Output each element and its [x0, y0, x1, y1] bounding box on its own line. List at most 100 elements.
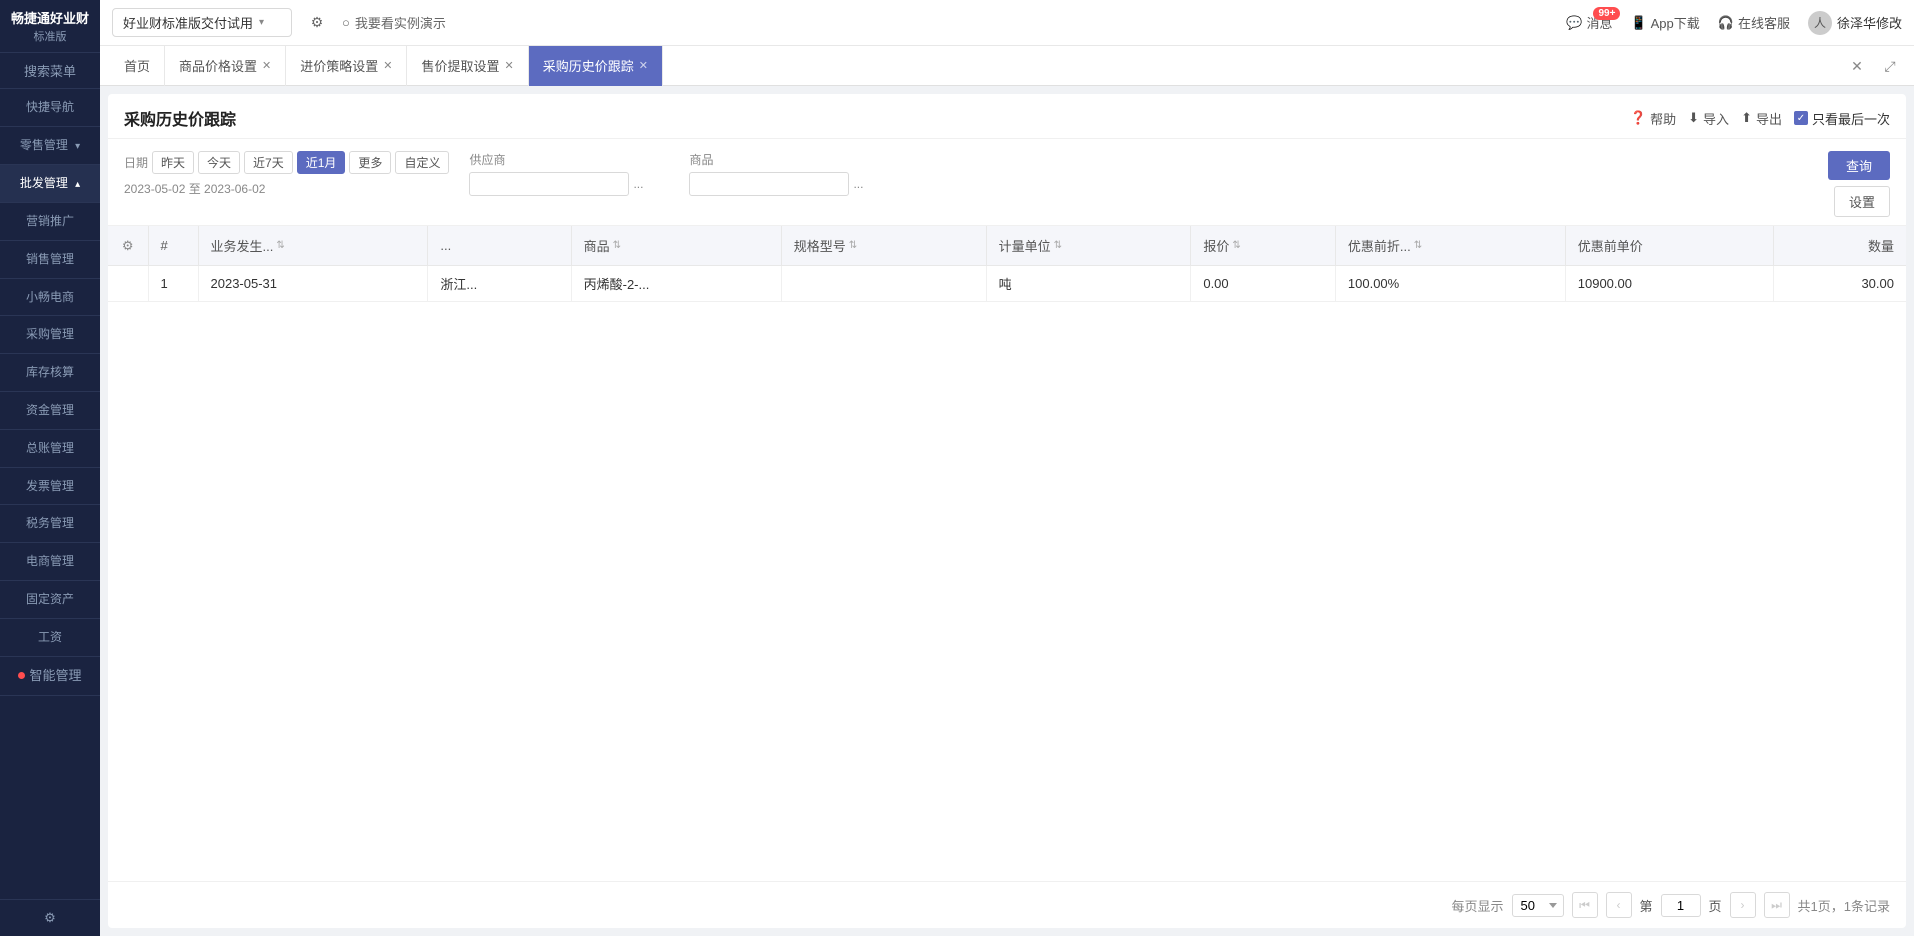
close-window-btn[interactable]: ✕	[1843, 52, 1871, 80]
message-icon-item[interactable]: 💬 消息 99+	[1566, 13, 1612, 32]
demo-button[interactable]: ○ 我要看实例演示	[342, 13, 446, 32]
top-header: 好业财标准版交付试用 ▾ ⚙ ○ 我要看实例演示 💬 消息 99+ 📱 App下…	[100, 0, 1914, 46]
version-settings-icon[interactable]: ⚙	[302, 8, 332, 38]
help-action[interactable]: ❓ 帮助	[1630, 109, 1676, 128]
col-quote[interactable]: 报价 ⇅	[1191, 226, 1336, 266]
sidebar-item-sales[interactable]: 销售管理	[0, 241, 100, 279]
tab-cost-strategy[interactable]: 进价策略设置 ✕	[286, 46, 407, 86]
online-service-item[interactable]: 🎧 在线客服	[1718, 13, 1790, 32]
close-tab-product-price[interactable]: ✕	[262, 59, 271, 72]
sidebar: 畅捷通好业财 标准版 搜索菜单 快捷导航 零售管理 ▾ 批发管理 ▴ 营销推广 …	[0, 0, 100, 936]
col-unit[interactable]: 计量单位 ⇅	[986, 226, 1191, 266]
row-product: 丙烯酸-2-...	[571, 266, 781, 302]
date-btn-more[interactable]: 更多	[349, 151, 391, 174]
product-more-btn[interactable]: ...	[853, 177, 863, 191]
user-name: 徐泽华修改	[1837, 13, 1902, 32]
sidebar-item-marketing[interactable]: 营销推广	[0, 203, 100, 241]
col-settings-icon[interactable]: ⚙	[122, 238, 134, 253]
tab-product-price[interactable]: 商品价格设置 ✕	[165, 46, 286, 86]
import-icon: ⬇	[1688, 110, 1699, 126]
col-quote-sort-icon: ⇅	[1232, 240, 1240, 251]
sidebar-item-ai[interactable]: 智能管理	[0, 657, 100, 696]
tab-price-extract[interactable]: 售价提取设置 ✕	[407, 46, 528, 86]
sidebar-item-wholesale[interactable]: 批发管理 ▴	[0, 165, 100, 203]
row-discount: 100.00%	[1335, 266, 1565, 302]
per-page-select[interactable]: 20 50 100 200	[1512, 894, 1564, 917]
page-unit: 页	[1709, 896, 1722, 915]
user-info[interactable]: 人 徐泽华修改	[1808, 11, 1902, 35]
app-name: 畅捷通好业财	[11, 10, 89, 28]
message-badge: 99+	[1593, 7, 1620, 20]
first-page-btn[interactable]: ⏮	[1572, 892, 1598, 918]
product-input[interactable]	[689, 172, 849, 196]
maximize-window-btn[interactable]: ⤢	[1876, 52, 1904, 80]
col-quantity: 数量	[1774, 226, 1906, 266]
only-last-checkbox[interactable]: ✓	[1794, 111, 1808, 125]
sidebar-item-invoice[interactable]: 发票管理	[0, 468, 100, 506]
data-table: ⚙ # 业务发生... ⇅ ... 商品	[108, 226, 1906, 302]
sidebar-item-ecommerce[interactable]: 电商管理	[0, 543, 100, 581]
date-btn-7days[interactable]: 近7天	[244, 151, 293, 174]
tabs-bar: 首页 商品价格设置 ✕ 进价策略设置 ✕ 售价提取设置 ✕ 采购历史价跟踪 ✕ …	[100, 46, 1914, 86]
last-page-btn[interactable]: ⏭	[1764, 892, 1790, 918]
page-header: 采购历史价跟踪 ❓ 帮助 ⬇ 导入 ⬆ 导出 ✓ 只看最后一次	[108, 94, 1906, 139]
close-tab-price-extract[interactable]: ✕	[505, 59, 514, 72]
sidebar-item-search[interactable]: 搜索菜单	[0, 53, 100, 89]
phone-icon: 📱	[1630, 15, 1646, 31]
table-row: 1 2023-05-31 浙江... 丙烯酸-2-... 吨 0.00 100.…	[108, 266, 1906, 302]
date-filter-group: 日期 昨天 今天 近7天 近1月 更多 自定义 2023-05-02 至 202…	[124, 151, 449, 197]
tab-purchase-history[interactable]: 采购历史价跟踪 ✕	[529, 46, 663, 86]
col-discount[interactable]: 优惠前折... ⇅	[1335, 226, 1565, 266]
settings-button[interactable]: 设置	[1834, 186, 1890, 217]
row-date: 2023-05-31	[198, 266, 428, 302]
row-quantity: 30.00	[1774, 266, 1906, 302]
pagination: 每页显示 20 50 100 200 ⏮ ‹ 第 页 › ⏭ 共1页，1条记录	[108, 881, 1906, 928]
sidebar-item-ecommerce-small[interactable]: 小畅电商	[0, 279, 100, 317]
chevron-down-icon: ▾	[259, 17, 264, 28]
date-btn-custom[interactable]: 自定义	[395, 151, 449, 174]
close-tab-purchase-history[interactable]: ✕	[639, 59, 648, 72]
prev-page-btn[interactable]: ‹	[1606, 892, 1632, 918]
ai-dot-indicator	[18, 672, 25, 679]
sidebar-item-purchase[interactable]: 采购管理	[0, 316, 100, 354]
sidebar-logo: 畅捷通好业财 标准版	[0, 0, 100, 53]
close-tab-cost-strategy[interactable]: ✕	[383, 59, 392, 72]
date-btn-today[interactable]: 今天	[198, 151, 240, 174]
sidebar-item-fixed-assets[interactable]: 固定资产	[0, 581, 100, 619]
export-action[interactable]: ⬆ 导出	[1741, 109, 1782, 128]
app-download-label: App下载	[1651, 13, 1700, 32]
row-supplier: 浙江...	[428, 266, 571, 302]
row-unit: 吨	[986, 266, 1191, 302]
col-date[interactable]: 业务发生... ⇅	[198, 226, 428, 266]
supplier-more-btn[interactable]: ...	[633, 177, 643, 191]
message-icon: 💬	[1566, 15, 1582, 31]
row-gear	[108, 266, 148, 302]
import-action[interactable]: ⬇ 导入	[1688, 109, 1729, 128]
app-download-item[interactable]: 📱 App下载	[1630, 13, 1699, 32]
only-last-checkbox-label[interactable]: ✓ 只看最后一次	[1794, 109, 1890, 128]
sidebar-item-retail[interactable]: 零售管理 ▾	[0, 127, 100, 165]
version-selector[interactable]: 好业财标准版交付试用 ▾	[112, 8, 292, 37]
col-spec[interactable]: 规格型号 ⇅	[781, 226, 986, 266]
date-filter-label: 日期	[124, 154, 148, 171]
next-page-btn[interactable]: ›	[1730, 892, 1756, 918]
sidebar-bottom-settings[interactable]: ⚙	[0, 899, 100, 936]
sidebar-item-salary[interactable]: 工资	[0, 619, 100, 657]
page-number-input[interactable]	[1661, 894, 1701, 917]
sidebar-item-ledger[interactable]: 总账管理	[0, 430, 100, 468]
sidebar-item-inventory[interactable]: 库存核算	[0, 354, 100, 392]
row-spec	[781, 266, 986, 302]
tab-home[interactable]: 首页	[110, 46, 165, 86]
supplier-filter-group: 供应商 ...	[469, 151, 669, 196]
sidebar-item-quicknav[interactable]: 快捷导航	[0, 89, 100, 127]
col-product[interactable]: 商品 ⇅	[571, 226, 781, 266]
date-btn-yesterday[interactable]: 昨天	[152, 151, 194, 174]
product-filter-label: 商品	[689, 151, 889, 168]
window-controls: ✕ ⤢	[1833, 46, 1914, 86]
supplier-input[interactable]	[469, 172, 629, 196]
query-button[interactable]: 查询	[1828, 151, 1890, 180]
date-btn-1month[interactable]: 近1月	[297, 151, 346, 174]
sidebar-item-finance[interactable]: 资金管理	[0, 392, 100, 430]
sidebar-item-tax[interactable]: 税务管理	[0, 505, 100, 543]
supplier-filter-label: 供应商	[469, 151, 669, 168]
